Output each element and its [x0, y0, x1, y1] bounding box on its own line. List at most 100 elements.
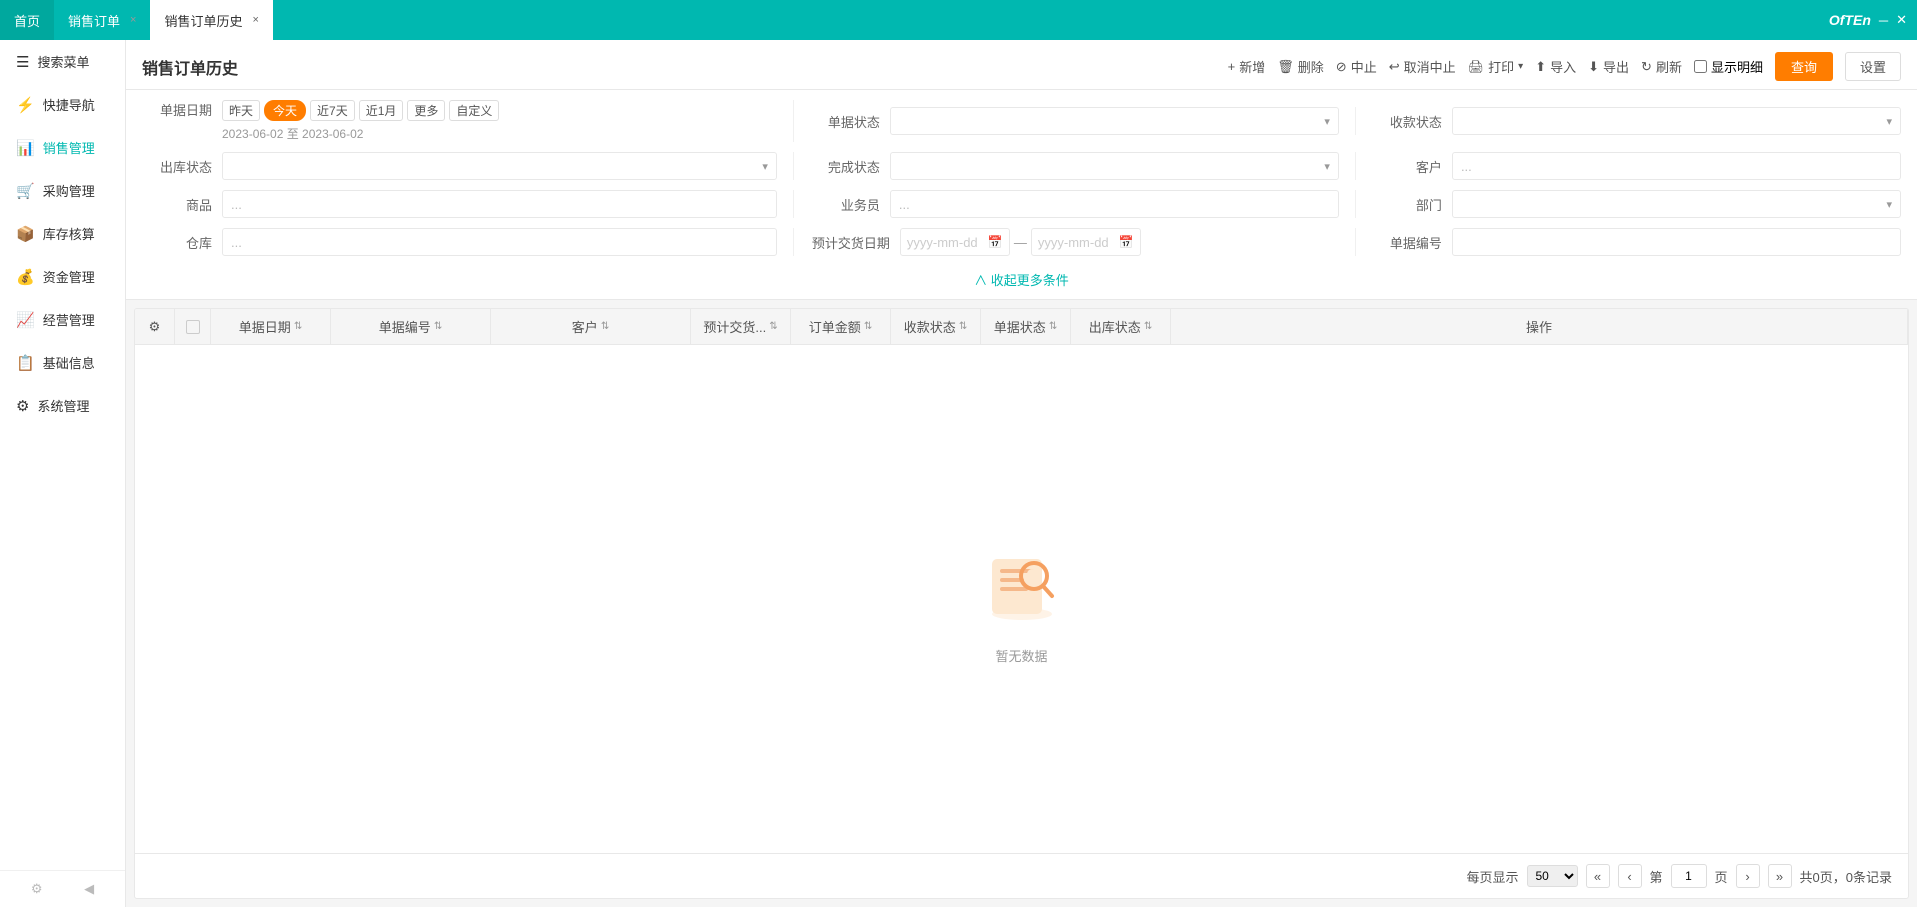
date-btn-custom[interactable]: 自定义 — [449, 100, 499, 121]
tab-sales-order-close[interactable]: × — [130, 14, 136, 26]
date-btn-yesterday[interactable]: 昨天 — [222, 100, 260, 121]
refresh-button[interactable]: ↻ 刷新 — [1641, 57, 1682, 76]
delete-label: 删除 — [1298, 57, 1324, 76]
add-button[interactable]: + 新增 — [1228, 57, 1266, 76]
warehouse-input[interactable]: ... — [222, 228, 777, 256]
delivery-date-from-text: yyyy-mm-dd — [907, 235, 978, 250]
th-out-status[interactable]: 出库状态 ⇅ — [1071, 309, 1171, 344]
tab-sales-order[interactable]: 销售订单 × — [54, 0, 150, 40]
show-dense-label: 显示明细 — [1711, 57, 1763, 76]
sidebar-item-basic-info[interactable]: 📋 基础信息 — [0, 341, 125, 384]
order-status-arrow-icon: ▾ — [1324, 115, 1330, 128]
filter-row-2: 出库状态 ▾ 完成状态 ▾ 客户 ... — [142, 152, 1901, 180]
tab-sales-order-history-label: 销售订单历史 — [164, 11, 242, 30]
date-btn-7days[interactable]: 近7天 — [310, 100, 355, 121]
page-title: 销售订单历史 — [142, 55, 238, 79]
th-settings[interactable]: ⚙ — [135, 309, 175, 344]
sidebar-item-system-label: 系统管理 — [37, 396, 89, 415]
sidebar-item-basic-info-label: 基础信息 — [43, 353, 95, 372]
th-amount[interactable]: 订单金额 ⇅ — [791, 309, 891, 344]
salesman-input[interactable]: ... — [890, 190, 1339, 218]
sidebar-item-purchase[interactable]: 🛒 采购管理 — [0, 169, 125, 212]
warehouse-label: 仓库 — [142, 233, 222, 252]
sidebar: ☰ 搜索菜单 ⚡ 快捷导航 📊 销售管理 🛒 采购管理 📦 库存核算 💰 资金管… — [0, 40, 126, 907]
main-layout: ☰ 搜索菜单 ⚡ 快捷导航 📊 销售管理 🛒 采购管理 📦 库存核算 💰 资金管… — [0, 40, 1917, 907]
date-quick-btns: 昨天 今天 近7天 近1月 更多 自定义 — [222, 100, 777, 121]
header-checkbox[interactable] — [186, 320, 200, 334]
sort-pay-status-icon: ⇅ — [959, 321, 967, 332]
prev-page-button[interactable]: ‹ — [1618, 864, 1642, 888]
order-status-select[interactable]: ▾ — [890, 107, 1339, 135]
delivery-date-from[interactable]: yyyy-mm-dd 📅 — [900, 228, 1010, 256]
collapse-label: ∧ 收起更多条件 — [974, 273, 1069, 288]
th-delivery[interactable]: 预计交货... ⇅ — [691, 309, 791, 344]
sidebar-item-inventory-label: 库存核算 — [43, 224, 95, 243]
stop-button[interactable]: ⊘ 中止 — [1336, 57, 1377, 76]
th-pay-status[interactable]: 收款状态 ⇅ — [891, 309, 981, 344]
page-size-select[interactable]: 50 10 20 100 — [1527, 865, 1578, 887]
sidebar-item-operations[interactable]: 📈 经营管理 — [0, 298, 125, 341]
tab-home[interactable]: 首页 — [0, 0, 54, 40]
minimize-icon[interactable]: ─ — [1879, 13, 1888, 28]
sidebar-item-sales[interactable]: 📊 销售管理 — [0, 126, 125, 169]
delivery-date-to[interactable]: yyyy-mm-dd 📅 — [1031, 228, 1141, 256]
filter-area: 单据日期 昨天 今天 近7天 近1月 更多 自定义 2023-06-02 至 2… — [126, 90, 1917, 300]
complete-status-select[interactable]: ▾ — [890, 152, 1339, 180]
empty-illustration — [972, 534, 1072, 634]
sidebar-settings-icon[interactable]: ⚙ — [31, 881, 43, 897]
filter-row-1: 单据日期 昨天 今天 近7天 近1月 更多 自定义 2023-06-02 至 2… — [142, 100, 1901, 142]
th-customer[interactable]: 客户 ⇅ — [491, 309, 691, 344]
page-input[interactable] — [1671, 864, 1707, 888]
next-page-button[interactable]: › — [1736, 864, 1760, 888]
sidebar-item-search-menu[interactable]: ☰ 搜索菜单 — [0, 40, 125, 83]
product-input[interactable]: ... — [222, 190, 777, 218]
tab-sales-order-history-close[interactable]: × — [252, 14, 258, 26]
delete-button[interactable]: 🗑 删除 — [1277, 57, 1324, 76]
sidebar-item-system[interactable]: ⚙ 系统管理 — [0, 384, 125, 427]
th-date[interactable]: 单据日期 ⇅ — [211, 309, 331, 344]
setting-button[interactable]: 设置 — [1845, 52, 1901, 81]
dept-select[interactable]: ▾ — [1452, 190, 1901, 218]
sort-order-status-icon: ⇅ — [1049, 321, 1057, 332]
first-page-button[interactable]: « — [1586, 864, 1610, 888]
date-btn-more[interactable]: 更多 — [407, 100, 445, 121]
prev-page-icon: ‹ — [1627, 869, 1631, 884]
finance-icon: 💰 — [16, 268, 35, 286]
th-num[interactable]: 单据编号 ⇅ — [331, 309, 491, 344]
pay-status-label: 收款状态 — [1372, 112, 1452, 131]
th-checkbox[interactable] — [175, 309, 211, 344]
order-num-input[interactable] — [1452, 228, 1901, 256]
content: 销售订单历史 + 新增 🗑 删除 ⊘ 中止 ↩ 取消中止 — [126, 40, 1917, 907]
date-btn-today[interactable]: 今天 — [264, 100, 306, 121]
th-customer-label: 客户 — [572, 317, 598, 336]
th-operation-label: 操作 — [1526, 317, 1552, 336]
salesman-dots: ... — [899, 197, 910, 212]
sidebar-collapse-icon[interactable]: ◀ — [84, 881, 94, 897]
print-button[interactable]: 🖨 打印 ▾ — [1468, 57, 1524, 76]
sidebar-item-inventory[interactable]: 📦 库存核算 — [0, 212, 125, 255]
th-amount-label: 订单金额 — [809, 317, 861, 336]
import-button[interactable]: ⬆ 导入 — [1535, 57, 1576, 76]
query-button[interactable]: 查询 — [1775, 52, 1833, 81]
next-page-icon: › — [1745, 869, 1749, 884]
last-page-button[interactable]: » — [1768, 864, 1792, 888]
export-button[interactable]: ⬇ 导出 — [1588, 57, 1629, 76]
out-status-select[interactable]: ▾ — [222, 152, 777, 180]
tab-sales-order-history[interactable]: 销售订单历史 × — [150, 0, 272, 40]
page-label-before: 第 — [1650, 867, 1663, 886]
stop-label: 中止 — [1351, 57, 1377, 76]
complete-status-label: 完成状态 — [810, 157, 890, 176]
cancel-stop-label: 取消中止 — [1404, 57, 1456, 76]
sidebar-item-quick-nav[interactable]: ⚡ 快捷导航 — [0, 83, 125, 126]
sidebar-item-finance[interactable]: 💰 资金管理 — [0, 255, 125, 298]
close-icon[interactable]: ✕ — [1896, 12, 1907, 28]
print-icon: 🖨 — [1468, 59, 1485, 75]
pay-status-select[interactable]: ▾ — [1452, 107, 1901, 135]
customer-input[interactable]: ... — [1452, 152, 1901, 180]
warehouse-dots: ... — [231, 235, 242, 250]
show-dense-checkbox[interactable] — [1694, 60, 1707, 73]
collapse-bar[interactable]: ∧ 收起更多条件 — [142, 266, 1901, 289]
th-order-status[interactable]: 单据状态 ⇅ — [981, 309, 1071, 344]
date-btn-1month[interactable]: 近1月 — [359, 100, 404, 121]
cancel-stop-button[interactable]: ↩ 取消中止 — [1389, 57, 1456, 76]
